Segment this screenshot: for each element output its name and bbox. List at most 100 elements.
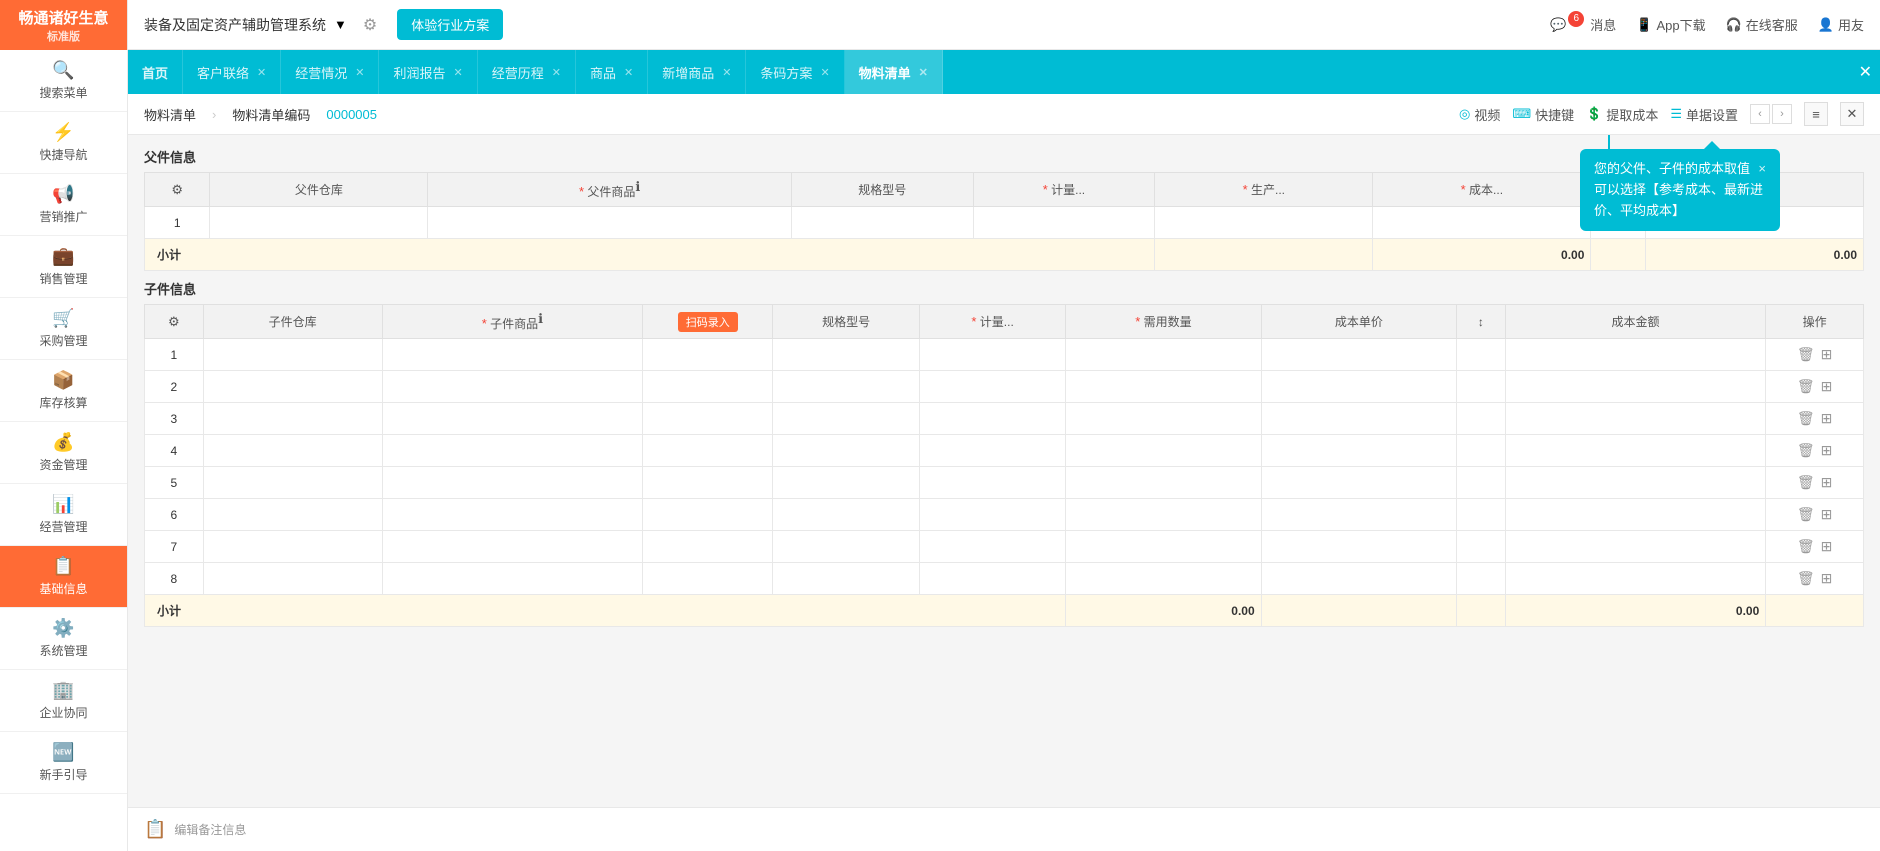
child-unit-cell[interactable] <box>919 499 1066 531</box>
trial-button[interactable]: 体验行业方案 <box>397 9 503 40</box>
copy-icon[interactable]: ⊞ <box>1821 378 1833 395</box>
child-unit-cell[interactable] <box>919 435 1066 467</box>
child-warehouse-cell[interactable] <box>203 563 382 595</box>
close-tab-icon[interactable]: ✕ <box>257 66 266 79</box>
child-spec-cell[interactable] <box>773 371 920 403</box>
tab-new-goods[interactable]: 新增商品 ✕ <box>648 50 746 94</box>
sidebar-item-system[interactable]: ⚙️ 系统管理 <box>0 608 127 670</box>
child-qty-cell[interactable] <box>1066 435 1261 467</box>
child-qty-cell[interactable] <box>1066 499 1261 531</box>
parent-cost-cell[interactable] <box>1373 207 1591 239</box>
child-unit-cell[interactable] <box>919 531 1066 563</box>
copy-icon[interactable]: ⊞ <box>1821 506 1833 523</box>
child-spec-cell[interactable] <box>773 563 920 595</box>
delete-icon[interactable]: 🗑 <box>1797 378 1815 395</box>
tab-barcode[interactable]: 条码方案 ✕ <box>746 50 844 94</box>
child-qty-cell[interactable] <box>1066 467 1261 499</box>
child-goods-cell[interactable] <box>382 339 642 371</box>
tab-bom[interactable]: 物料清单 ✕ <box>845 50 943 94</box>
breadcrumb-bom[interactable]: 物料清单 <box>144 105 196 124</box>
parent-warehouse-cell[interactable] <box>210 207 428 239</box>
child-goods-cell[interactable] <box>382 403 642 435</box>
parent-col-settings[interactable]: ⚙ <box>145 173 210 207</box>
child-unit-cost-cell[interactable] <box>1261 563 1456 595</box>
tooltip-close-button[interactable]: × <box>1758 159 1766 180</box>
child-warehouse-cell[interactable] <box>203 499 382 531</box>
child-warehouse-cell[interactable] <box>203 531 382 563</box>
child-col-scan[interactable]: 扫码录入 <box>643 305 773 339</box>
settings-icon[interactable]: ⚙ <box>363 15 377 35</box>
sidebar-item-finance[interactable]: 💰 资金管理 <box>0 422 127 484</box>
child-unit-cost-cell[interactable] <box>1261 467 1456 499</box>
parent-production-cell[interactable] <box>1155 207 1373 239</box>
tab-home[interactable]: 首页 <box>128 50 183 94</box>
close-tab-icon[interactable]: ✕ <box>355 66 364 79</box>
close-tab-icon[interactable]: ✕ <box>919 66 928 79</box>
child-goods-cell[interactable] <box>382 467 642 499</box>
child-spec-cell[interactable] <box>773 499 920 531</box>
child-unit-cell[interactable] <box>919 403 1066 435</box>
copy-icon[interactable]: ⊞ <box>1821 570 1833 587</box>
child-col-settings[interactable]: ⚙ <box>145 305 204 339</box>
child-qty-cell[interactable] <box>1066 531 1261 563</box>
view-action[interactable]: ◎ 视频 <box>1459 105 1500 124</box>
sidebar-item-marketing[interactable]: 📢 营销推广 <box>0 174 127 236</box>
copy-icon[interactable]: ⊞ <box>1821 538 1833 555</box>
cost-action[interactable]: 💲 提取成本 <box>1586 105 1658 124</box>
sidebar-item-enterprise[interactable]: 🏢 企业协同 <box>0 670 127 732</box>
child-unit-cell[interactable] <box>919 563 1066 595</box>
child-warehouse-cell[interactable] <box>203 467 382 499</box>
sidebar-item-quick-nav[interactable]: ⚡ 快捷导航 <box>0 112 127 174</box>
child-warehouse-cell[interactable] <box>203 371 382 403</box>
close-all-icon[interactable]: ✕ <box>1859 62 1872 82</box>
child-spec-cell[interactable] <box>773 467 920 499</box>
delete-icon[interactable]: 🗑 <box>1797 538 1815 555</box>
delete-icon[interactable]: 🗑 <box>1797 442 1815 459</box>
child-unit-cell[interactable] <box>919 339 1066 371</box>
tab-operation[interactable]: 经营情况 ✕ <box>281 50 379 94</box>
child-qty-cell[interactable] <box>1066 339 1261 371</box>
tab-customer[interactable]: 客户联络 ✕ <box>183 50 281 94</box>
child-qty-cell[interactable] <box>1066 563 1261 595</box>
child-goods-cell[interactable] <box>382 499 642 531</box>
child-unit-cost-cell[interactable] <box>1261 371 1456 403</box>
tab-profit[interactable]: 利润报告 ✕ <box>379 50 477 94</box>
close-tab-icon[interactable]: ✕ <box>454 66 463 79</box>
child-warehouse-cell[interactable] <box>203 339 382 371</box>
copy-icon[interactable]: ⊞ <box>1821 346 1833 363</box>
delete-icon[interactable]: 🗑 <box>1797 410 1815 427</box>
online-service-item[interactable]: 🎧 在线客服 <box>1726 15 1798 34</box>
tab-history[interactable]: 经营历程 ✕ <box>478 50 576 94</box>
child-unit-cell[interactable] <box>919 467 1066 499</box>
sidebar-item-purchase[interactable]: 🛒 采购管理 <box>0 298 127 360</box>
child-goods-cell[interactable] <box>382 563 642 595</box>
sidebar-item-sales[interactable]: 💼 销售管理 <box>0 236 127 298</box>
child-unit-cost-cell[interactable] <box>1261 499 1456 531</box>
delete-icon[interactable]: 🗑 <box>1797 346 1815 363</box>
parent-unit-cell[interactable] <box>973 207 1155 239</box>
child-goods-cell[interactable] <box>382 531 642 563</box>
sidebar-item-operation[interactable]: 📊 经营管理 <box>0 484 127 546</box>
message-item[interactable]: 💬 6 消息 <box>1550 15 1616 34</box>
shortcut-action[interactable]: ⌨ 快捷键 <box>1512 105 1574 124</box>
delete-icon[interactable]: 🗑 <box>1797 570 1815 587</box>
sidebar-item-guide[interactable]: 🆕 新手引导 <box>0 732 127 794</box>
list-view-button[interactable]: ≡ <box>1804 102 1828 126</box>
sidebar-item-search[interactable]: 🔍 搜索菜单 <box>0 50 127 112</box>
child-warehouse-cell[interactable] <box>203 403 382 435</box>
child-unit-cell[interactable] <box>919 371 1066 403</box>
child-unit-cost-cell[interactable] <box>1261 531 1456 563</box>
delete-icon[interactable]: 🗑 <box>1797 506 1815 523</box>
close-tab-button[interactable]: ✕ <box>1840 102 1864 126</box>
close-tab-icon[interactable]: ✕ <box>820 66 829 79</box>
child-unit-cost-cell[interactable] <box>1261 403 1456 435</box>
close-tab-icon[interactable]: ✕ <box>722 66 731 79</box>
child-qty-cell[interactable] <box>1066 371 1261 403</box>
child-goods-cell[interactable] <box>382 435 642 467</box>
user-item[interactable]: 👤 用友 <box>1818 15 1864 34</box>
copy-icon[interactable]: ⊞ <box>1821 410 1833 427</box>
child-unit-cost-cell[interactable] <box>1261 435 1456 467</box>
bottom-text[interactable]: 编辑备注信息 <box>174 821 246 838</box>
close-tab-icon[interactable]: ✕ <box>624 66 633 79</box>
doc-settings-action[interactable]: ☰ 单据设置 <box>1670 105 1738 124</box>
